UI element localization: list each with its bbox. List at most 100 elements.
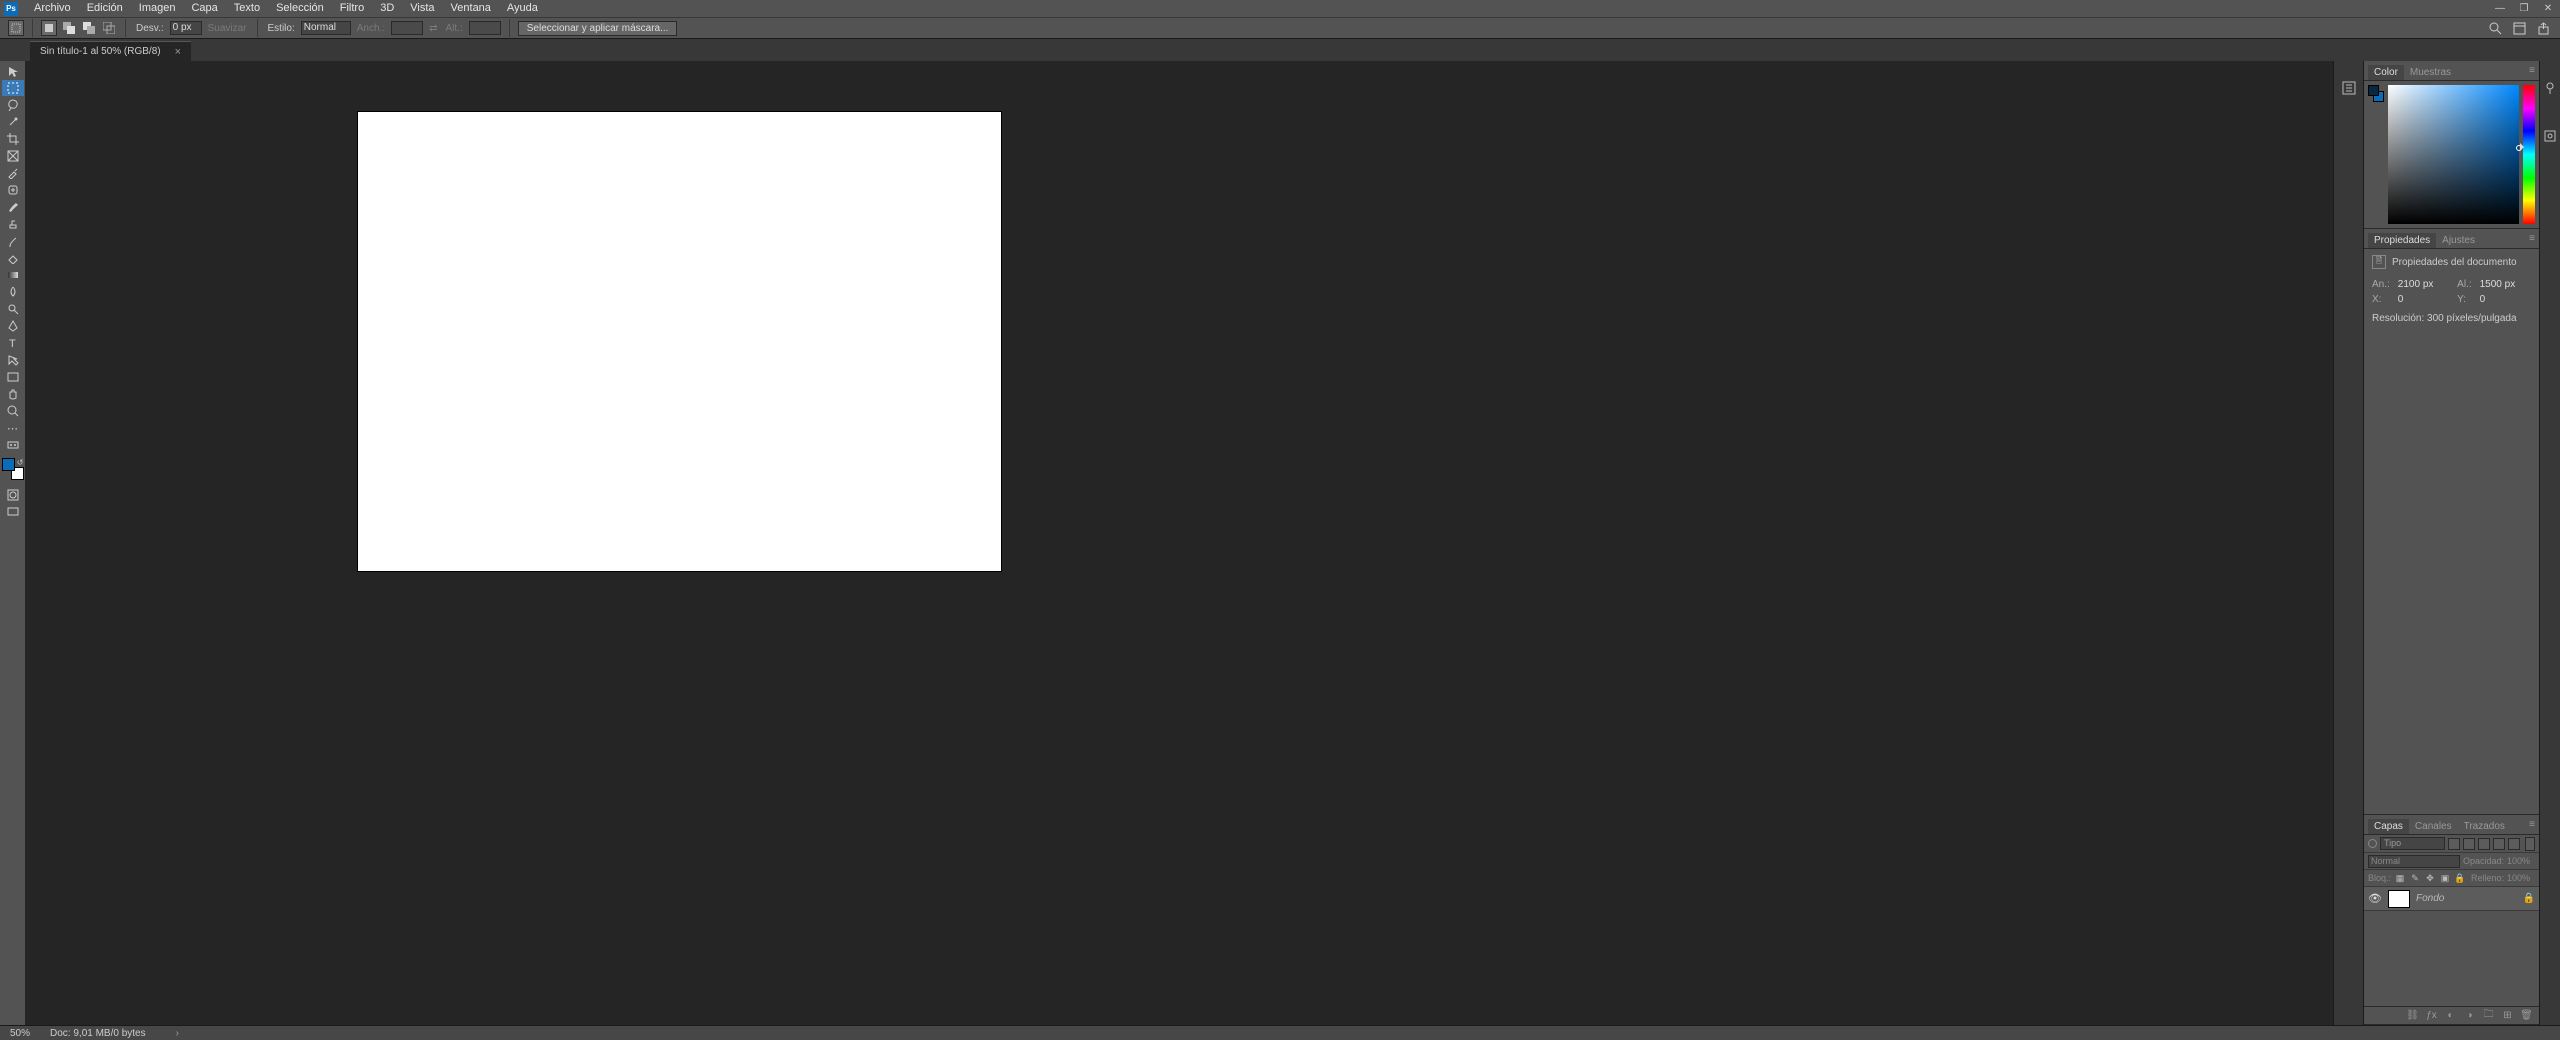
type-tool[interactable]: T <box>2 335 24 351</box>
menu-ventana[interactable]: Ventana <box>443 0 499 17</box>
learn-panel-icon[interactable] <box>2541 79 2559 97</box>
frame-tool[interactable] <box>2 148 24 164</box>
workspace-icon[interactable] <box>2510 19 2528 37</box>
menu-texto[interactable]: Texto <box>226 0 268 17</box>
color-panel-swatches[interactable] <box>2368 85 2384 224</box>
close-tab-icon[interactable]: × <box>175 46 181 58</box>
brush-tool[interactable] <box>2 199 24 215</box>
healing-brush-tool[interactable] <box>2 182 24 198</box>
rectangle-tool[interactable] <box>2 369 24 385</box>
path-selection-tool[interactable] <box>2 352 24 368</box>
status-flyout-icon[interactable]: › <box>176 1028 179 1039</box>
opacity-value[interactable]: 100% <box>2507 856 2535 866</box>
swap-colors-icon[interactable]: ↺ <box>17 458 24 467</box>
screen-mode-tool[interactable] <box>2 504 24 520</box>
more-tools-icon[interactable]: ⋯ <box>2 420 24 436</box>
menu-filtro[interactable]: Filtro <box>332 0 372 17</box>
lasso-tool[interactable] <box>2 97 24 113</box>
pen-tool[interactable] <box>2 318 24 334</box>
selection-add-icon[interactable] <box>61 20 77 36</box>
menu-edicion[interactable]: Edición <box>79 0 131 17</box>
filter-search-icon[interactable] <box>2368 839 2377 848</box>
magic-wand-tool[interactable] <box>2 114 24 130</box>
menu-ayuda[interactable]: Ayuda <box>499 0 546 17</box>
menu-3d[interactable]: 3D <box>372 0 402 17</box>
window-close-button[interactable]: ✕ <box>2536 0 2560 17</box>
history-brush-tool[interactable] <box>2 233 24 249</box>
adjustment-layer-icon[interactable]: ◑ <box>2463 1009 2476 1022</box>
canvas-area[interactable] <box>25 61 2333 1025</box>
style-select[interactable]: Normal <box>301 21 351 35</box>
tab-layers[interactable]: Capas <box>2368 819 2409 834</box>
tool-preset-icon[interactable] <box>8 20 24 36</box>
filter-shape-icon[interactable] <box>2493 838 2505 850</box>
group-icon[interactable]: 🗀 <box>2482 1009 2495 1022</box>
quick-mask-tool[interactable] <box>2 487 24 503</box>
clone-stamp-tool[interactable] <box>2 216 24 232</box>
new-layer-icon[interactable]: ⊞ <box>2501 1009 2514 1022</box>
tab-swatches[interactable]: Muestras <box>2404 65 2457 80</box>
layer-lock-icon[interactable]: 🔒 <box>2523 893 2535 904</box>
tab-paths[interactable]: Trazados <box>2458 819 2511 834</box>
filter-type-icon[interactable] <box>2478 838 2490 850</box>
hand-tool[interactable] <box>2 386 24 402</box>
link-layers-icon[interactable]: ⛓ <box>2406 1009 2419 1022</box>
menu-vista[interactable]: Vista <box>402 0 442 17</box>
share-icon[interactable] <box>2534 19 2552 37</box>
gradient-tool[interactable] <box>2 267 24 283</box>
layer-row-background[interactable]: 👁 Fondo 🔒 <box>2364 887 2539 911</box>
layer-name[interactable]: Fondo <box>2416 893 2517 904</box>
filter-type-select[interactable]: Tipo <box>2380 837 2445 850</box>
lock-artboard-icon[interactable]: ▣ <box>2439 872 2451 884</box>
menu-archivo[interactable]: Archivo <box>26 0 79 17</box>
layer-style-icon[interactable]: ƒx <box>2425 1009 2438 1022</box>
panel-menu-icon[interactable]: ≡ <box>2529 819 2535 830</box>
lock-pixels-icon[interactable]: ✎ <box>2409 872 2421 884</box>
filter-smart-icon[interactable] <box>2508 838 2520 850</box>
lock-transparency-icon[interactable]: ▦ <box>2394 872 2406 884</box>
edit-toolbar-icon[interactable] <box>2 437 24 453</box>
filter-toggle[interactable] <box>2525 837 2535 851</box>
window-minimize-button[interactable]: — <box>2488 0 2512 17</box>
rectangular-marquee-tool[interactable] <box>2 80 24 96</box>
panel-menu-icon[interactable]: ≡ <box>2529 65 2535 76</box>
feather-input[interactable]: 0 px <box>170 21 202 35</box>
eyedropper-tool[interactable] <box>2 165 24 181</box>
menu-imagen[interactable]: Imagen <box>131 0 184 17</box>
fill-value[interactable]: 100% <box>2507 873 2535 883</box>
select-and-mask-button[interactable]: Seleccionar y aplicar máscara... <box>518 21 678 36</box>
selection-intersect-icon[interactable] <box>101 20 117 36</box>
foreground-color-swatch[interactable] <box>2 458 15 471</box>
tab-channels[interactable]: Canales <box>2409 819 2458 834</box>
layer-thumbnail[interactable] <box>2388 890 2410 908</box>
search-icon[interactable] <box>2486 19 2504 37</box>
eraser-tool[interactable] <box>2 250 24 266</box>
tab-color[interactable]: Color <box>2368 65 2404 80</box>
menu-seleccion[interactable]: Selección <box>268 0 332 17</box>
filter-pixel-icon[interactable] <box>2448 838 2460 850</box>
menu-capa[interactable]: Capa <box>183 0 225 17</box>
move-tool[interactable] <box>2 63 24 79</box>
color-swatches[interactable]: ↺ <box>2 458 24 480</box>
color-field[interactable] <box>2388 85 2519 224</box>
filter-adjustment-icon[interactable] <box>2463 838 2475 850</box>
dodge-tool[interactable] <box>2 301 24 317</box>
layer-mask-icon[interactable]: ◐ <box>2444 1009 2457 1022</box>
lock-position-icon[interactable]: ✥ <box>2424 872 2436 884</box>
blur-tool[interactable] <box>2 284 24 300</box>
window-maximize-button[interactable]: ❐ <box>2512 0 2536 17</box>
hue-slider-handle[interactable] <box>2520 143 2524 151</box>
document-tab[interactable]: Sin título-1 al 50% (RGB/8) × <box>30 41 191 61</box>
lock-all-icon[interactable]: 🔒 <box>2454 872 2466 884</box>
panel-menu-icon[interactable]: ≡ <box>2529 233 2535 244</box>
layer-visibility-icon[interactable]: 👁 <box>2368 892 2382 905</box>
tab-properties[interactable]: Propiedades <box>2368 233 2436 248</box>
selection-subtract-icon[interactable] <box>81 20 97 36</box>
selection-new-icon[interactable] <box>41 20 57 36</box>
crop-tool[interactable] <box>2 131 24 147</box>
libraries-panel-icon[interactable] <box>2541 127 2559 145</box>
status-doc-info[interactable]: Doc: 9,01 MB/0 bytes <box>50 1028 146 1039</box>
hue-slider[interactable] <box>2523 85 2535 224</box>
color-panel-fg[interactable] <box>2368 85 2379 96</box>
canvas[interactable] <box>358 112 1001 571</box>
